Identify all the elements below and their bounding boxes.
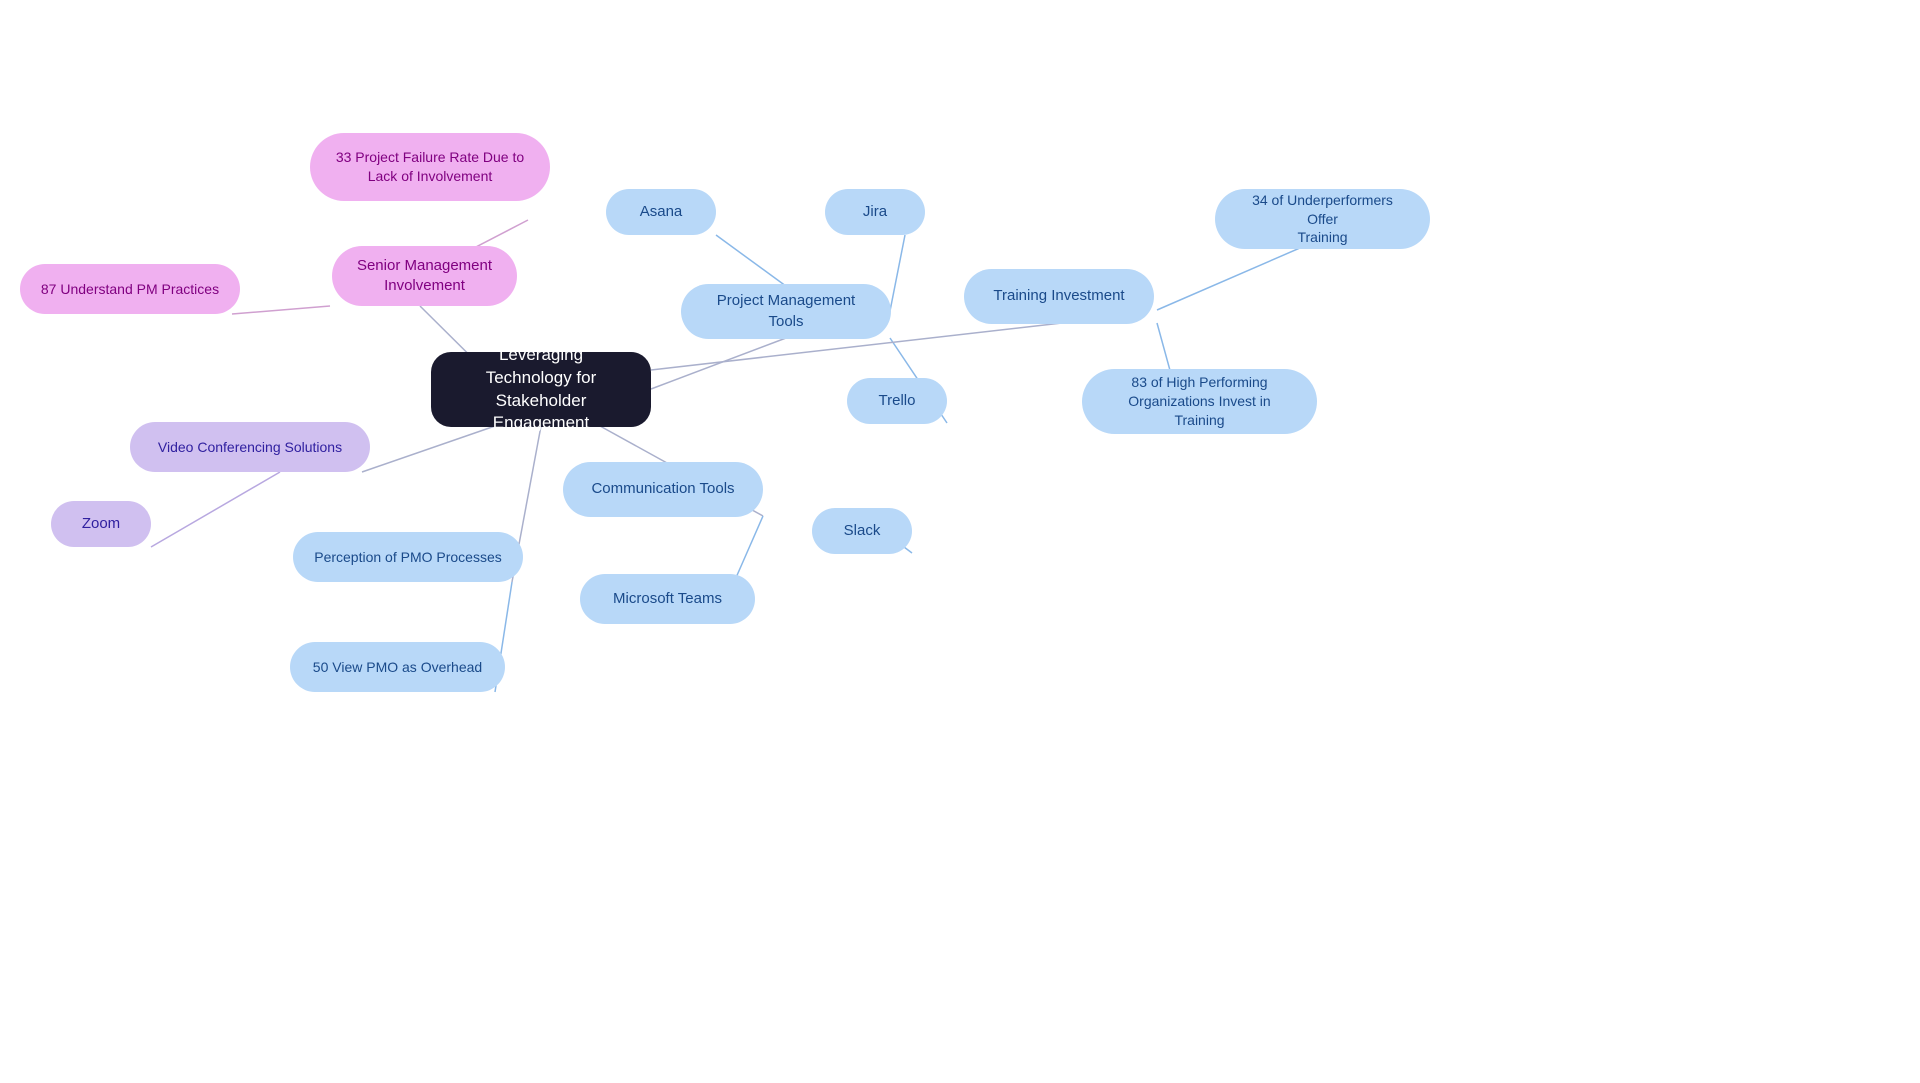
- microsoft-teams-node: Microsoft Teams: [580, 574, 755, 624]
- asana-node: Asana: [606, 189, 716, 235]
- jira-node: Jira: [825, 189, 925, 235]
- project-failure-node: 33 Project Failure Rate Due toLack of In…: [310, 133, 550, 201]
- slack-node: Slack: [812, 508, 912, 554]
- connection-lines: [0, 0, 1920, 1083]
- understand-pm-node: 87 Understand PM Practices: [20, 264, 240, 314]
- center-node: Leveraging Technology forStakeholder Eng…: [431, 352, 651, 427]
- perception-pmo-node: Perception of PMO Processes: [293, 532, 523, 582]
- trello-node: Trello: [847, 378, 947, 424]
- view-pmo-node: 50 View PMO as Overhead: [290, 642, 505, 692]
- underperformers-node: 34 of Underperformers OfferTraining: [1215, 189, 1430, 249]
- senior-management-node: Senior ManagementInvolvement: [332, 246, 517, 306]
- training-investment-node: Training Investment: [964, 269, 1154, 324]
- project-management-tools-node: Project Management Tools: [681, 284, 891, 339]
- mind-map-canvas: Leveraging Technology forStakeholder Eng…: [0, 0, 1920, 1083]
- video-conferencing-node: Video Conferencing Solutions: [130, 422, 370, 472]
- zoom-node: Zoom: [51, 501, 151, 547]
- high-performing-node: 83 of High PerformingOrganizations Inves…: [1082, 369, 1317, 434]
- communication-tools-node: Communication Tools: [563, 462, 763, 517]
